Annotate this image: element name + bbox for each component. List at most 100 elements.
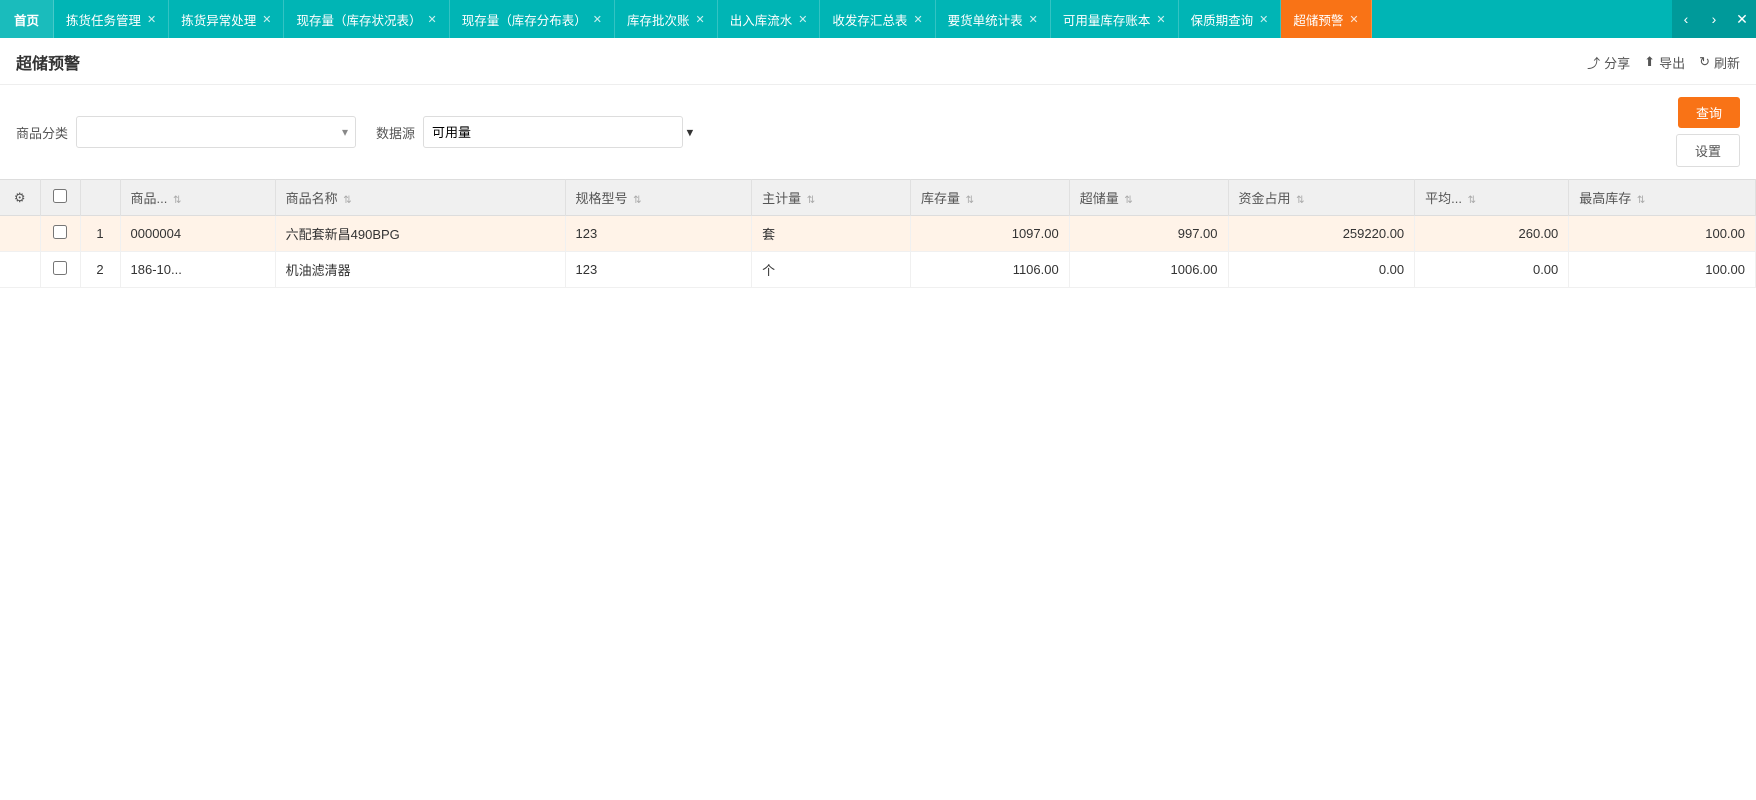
export-action[interactable]: ⬆ 导出 (1644, 53, 1685, 72)
row-stock-cell: 1106.00 (910, 252, 1069, 288)
nav-item-active[interactable]: 超储预警 ✕ (1281, 0, 1371, 38)
refresh-action[interactable]: ↻ 刷新 (1699, 53, 1740, 72)
product-category-filter: 商品分类 ▾ (16, 116, 356, 148)
col-over-stock[interactable]: 超储量 ⇅ (1069, 180, 1228, 216)
row-product-code-cell: 0000004 (120, 216, 275, 252)
nav-next-button[interactable]: › (1700, 0, 1728, 38)
nav-close-button[interactable]: ✕ (1728, 0, 1756, 38)
data-source-select-wrapper: 可用量 库存量 ▾ (423, 116, 693, 148)
sort-icon: ⇅ (807, 195, 815, 206)
top-nav: 首页 拣货任务管理 ✕ 拣货异常处理 ✕ 现存量（库存状况表） ✕ 现存量（库存… (0, 0, 1756, 38)
page-title: 超储预警 (16, 50, 80, 74)
nav-item-7[interactable]: 收发存汇总表 ✕ (820, 0, 935, 38)
nav-item-5[interactable]: 库存批次账 ✕ (615, 0, 718, 38)
main-table: ⚙ 商品... ⇅ 商品名称 ⇅ 规格型号 (0, 179, 1756, 288)
nav-item-1[interactable]: 拣货任务管理 ✕ (54, 0, 169, 38)
row-checkbox-cell (40, 252, 80, 288)
row-checkbox-cell (40, 216, 80, 252)
nav-item-6[interactable]: 出入库流水 ✕ (718, 0, 821, 38)
close-icon[interactable]: ✕ (1156, 13, 1165, 26)
col-avg[interactable]: 平均... ⇅ (1415, 180, 1569, 216)
query-button[interactable]: 查询 (1678, 97, 1740, 128)
row-capital-cell: 0.00 (1228, 252, 1415, 288)
close-icon[interactable]: ✕ (695, 13, 704, 26)
close-icon[interactable]: ✕ (262, 13, 271, 26)
col-stock[interactable]: 库存量 ⇅ (910, 180, 1069, 216)
row-settings-cell (0, 252, 40, 288)
header-actions: ⤴ 分享 ⬆ 导出 ↻ 刷新 (1587, 53, 1740, 72)
col-capital[interactable]: 资金占用 ⇅ (1228, 180, 1415, 216)
table-row: 1 0000004 六配套新昌490BPG 123 套 1097.00 997.… (0, 216, 1756, 252)
product-category-label: 商品分类 (16, 123, 68, 142)
row-unit-cell: 个 (752, 252, 911, 288)
sort-icon: ⇅ (966, 195, 974, 206)
row-product-name-cell: 六配套新昌490BPG (275, 216, 565, 252)
table-row: 2 186-10... 机油滤清器 123 个 1106.00 1006.00 … (0, 252, 1756, 288)
nav-item-2[interactable]: 拣货异常处理 ✕ (169, 0, 284, 38)
sort-icon: ⇅ (1296, 195, 1304, 206)
close-icon[interactable]: ✕ (147, 13, 156, 26)
sort-icon: ⇅ (173, 195, 181, 206)
close-icon[interactable]: ✕ (1259, 13, 1268, 26)
share-action[interactable]: ⤴ 分享 (1587, 53, 1630, 72)
row-product-name-cell: 机油滤清器 (275, 252, 565, 288)
col-settings[interactable]: ⚙ (0, 180, 40, 216)
settings-button[interactable]: 设置 (1676, 134, 1740, 167)
row-stock-cell: 1097.00 (910, 216, 1069, 252)
data-source-select[interactable]: 可用量 库存量 (423, 116, 683, 148)
select-all-checkbox[interactable] (53, 189, 67, 203)
table-header-row: ⚙ 商品... ⇅ 商品名称 ⇅ 规格型号 (0, 180, 1756, 216)
sort-icon: ⇅ (633, 195, 641, 206)
col-product-code[interactable]: 商品... ⇅ (120, 180, 275, 216)
row-over-stock-cell: 1006.00 (1069, 252, 1228, 288)
nav-item-9[interactable]: 可用量库存账本 ✕ (1051, 0, 1179, 38)
nav-item-10[interactable]: 保质期查询 ✕ (1179, 0, 1282, 38)
row-avg-cell: 260.00 (1415, 216, 1569, 252)
col-index (80, 180, 120, 216)
row-index-cell: 1 (80, 216, 120, 252)
sort-icon: ⇅ (1124, 195, 1132, 206)
col-max-stock[interactable]: 最高库存 ⇅ (1569, 180, 1756, 216)
col-checkbox (40, 180, 80, 216)
chevron-down-icon-2: ▾ (687, 125, 694, 140)
row-product-code-cell: 186-10... (120, 252, 275, 288)
row-settings-cell (0, 216, 40, 252)
row-index-cell: 2 (80, 252, 120, 288)
col-product-name[interactable]: 商品名称 ⇅ (275, 180, 565, 216)
nav-item-8[interactable]: 要货单统计表 ✕ (936, 0, 1051, 38)
close-icon[interactable]: ✕ (913, 13, 922, 26)
refresh-icon: ↻ (1699, 54, 1710, 70)
gear-icon[interactable]: ⚙ (14, 190, 26, 205)
col-spec[interactable]: 规格型号 ⇅ (565, 180, 752, 216)
table-wrapper: ⚙ 商品... ⇅ 商品名称 ⇅ 规格型号 (0, 179, 1756, 288)
nav-item-4[interactable]: 现存量（库存分布表） ✕ (450, 0, 615, 38)
page-content: 超储预警 ⤴ 分享 ⬆ 导出 ↻ 刷新 商品分类 ▾ (0, 38, 1756, 800)
row-avg-cell: 0.00 (1415, 252, 1569, 288)
close-icon[interactable]: ✕ (428, 13, 437, 26)
row-capital-cell: 259220.00 (1228, 216, 1415, 252)
row-unit-cell: 套 (752, 216, 911, 252)
table-body: 1 0000004 六配套新昌490BPG 123 套 1097.00 997.… (0, 216, 1756, 288)
row-checkbox[interactable] (53, 261, 67, 275)
product-category-select[interactable] (76, 116, 356, 148)
row-over-stock-cell: 997.00 (1069, 216, 1228, 252)
nav-home[interactable]: 首页 (0, 0, 54, 38)
sort-icon: ⇅ (1637, 195, 1645, 206)
nav-arrows: ‹ › ✕ (1672, 0, 1756, 38)
close-icon[interactable]: ✕ (593, 13, 602, 26)
data-source-filter: 数据源 可用量 库存量 ▾ (376, 116, 693, 148)
row-checkbox[interactable] (53, 225, 67, 239)
row-spec-cell: 123 (565, 216, 752, 252)
nav-prev-button[interactable]: ‹ (1672, 0, 1700, 38)
filter-buttons: 查询 设置 (1676, 97, 1740, 167)
row-spec-cell: 123 (565, 252, 752, 288)
col-unit[interactable]: 主计量 ⇅ (752, 180, 911, 216)
sort-icon: ⇅ (1468, 195, 1476, 206)
data-source-label: 数据源 (376, 123, 415, 142)
close-icon[interactable]: ✕ (798, 13, 807, 26)
filter-bar: 商品分类 ▾ 数据源 可用量 库存量 ▾ 查询 设置 (0, 85, 1756, 179)
close-icon[interactable]: ✕ (1029, 13, 1038, 26)
nav-item-3[interactable]: 现存量（库存状况表） ✕ (284, 0, 449, 38)
export-icon: ⬆ (1644, 54, 1655, 70)
close-icon[interactable]: ✕ (1349, 13, 1358, 26)
